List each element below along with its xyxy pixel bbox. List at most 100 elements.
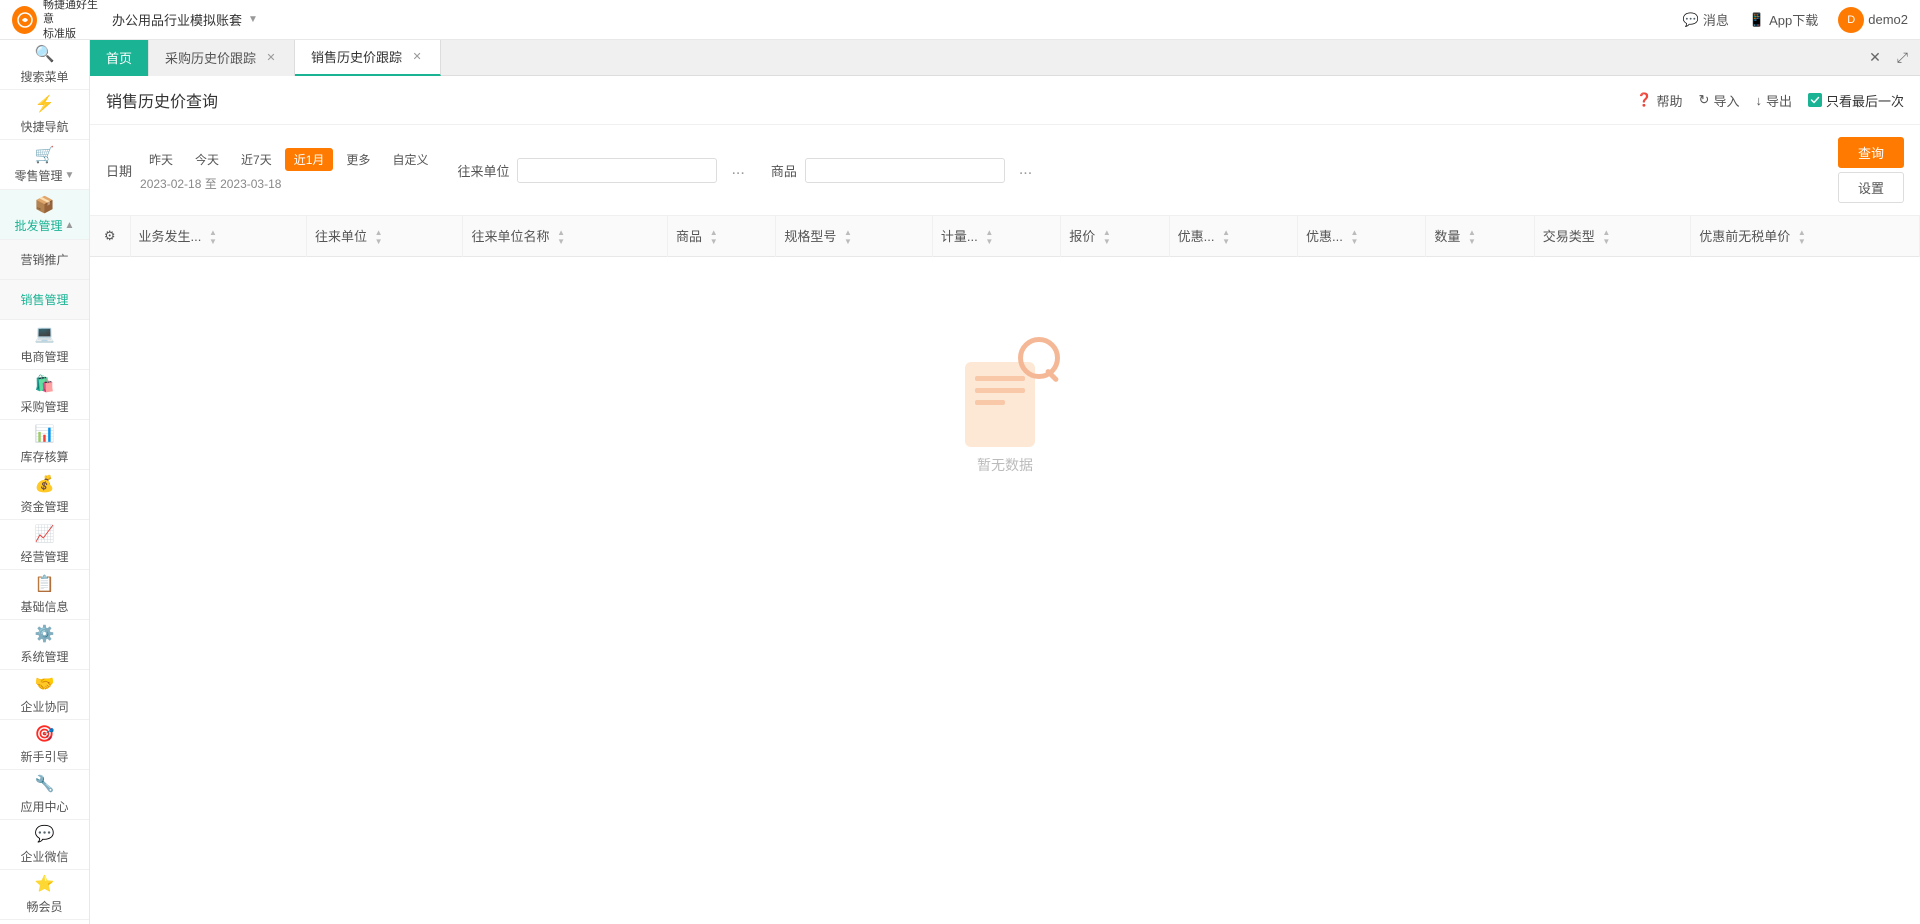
import-btn[interactable]: ↻ 导入 [1699, 91, 1740, 110]
sidebar-item-system[interactable]: ⚙️ 系统管理 [0, 620, 89, 670]
sidebar-item-new-guide[interactable]: 🎯 新手引导 [0, 720, 89, 770]
top-header: 畅捷通好生意 标准版 办公用品行业模拟账套 ▼ 💬 消息 📱 App下载 D d… [0, 0, 1920, 40]
sidebar-item-enterprise-collab[interactable]: 🤝 企业协同 [0, 670, 89, 720]
settings-button[interactable]: 设置 [1838, 172, 1904, 203]
sidebar-item-retail-mgmt[interactable]: 🛒 零售管理 ▼ [0, 140, 89, 190]
page-container: 销售历史价查询 ❓ 帮助 ↻ 导入 ↓ 导出 [90, 76, 1920, 555]
sidebar-item-wholesale-mgmt[interactable]: 📦 批发管理 ▲ [0, 190, 89, 240]
close-all-tabs-btn[interactable]: ✕ [1865, 45, 1885, 70]
empty-state: 暂无数据 [90, 257, 1920, 555]
retail-icon: 🛒 [35, 145, 55, 165]
chevron-up-icon: ▲ [65, 220, 75, 231]
user-btn[interactable]: D demo2 [1838, 7, 1908, 33]
help-btn[interactable]: ❓ 帮助 [1636, 91, 1682, 110]
message-icon: 💬 [1683, 12, 1699, 28]
th-discount2[interactable]: 优惠... ▲▼ [1298, 216, 1426, 257]
partner-filter-group: 往来单位 ... [457, 158, 750, 183]
tab-close-purchase[interactable]: ✕ [264, 51, 278, 65]
empty-text: 暂无数据 [977, 455, 1033, 475]
doc-line1 [975, 376, 1025, 381]
th-partner-name[interactable]: 往来单位名称 ▲▼ [463, 216, 668, 257]
date-label: 日期 [106, 161, 132, 180]
tab-bar-right: ✕ ⤢ [1865, 45, 1920, 70]
quick-nav-icon: ⚡ [35, 94, 55, 114]
tab-sales-history[interactable]: 销售历史价跟踪 ✕ [295, 40, 441, 76]
sort-icon: ▲▼ [710, 229, 718, 246]
maximize-btn[interactable]: ⤢ [1893, 45, 1912, 70]
empty-doc [965, 362, 1035, 447]
gear-icon: ⚙ [104, 228, 116, 243]
th-gear[interactable]: ⚙ [90, 216, 130, 257]
partner-picker-btn[interactable]: ... [725, 159, 750, 181]
sidebar-item-sales-mgmt[interactable]: 销售管理 [0, 280, 89, 320]
date-today-btn[interactable]: 今天 [186, 148, 228, 171]
date-last1m-btn[interactable]: 近1月 [285, 148, 334, 171]
date-filter-group: 日期 昨天 今天 近7天 近1月 更多 自定义 2023-02-18 至 202… [106, 148, 437, 192]
logo-icon [12, 6, 37, 34]
sort-icon: ▲▼ [1602, 229, 1610, 246]
table-container: ⚙ 业务发生... ▲▼ 往来单位 ▲▼ 往来单位名称 ▲▼ [90, 216, 1920, 555]
chevron-down-icon: ▼ [65, 170, 75, 181]
only-last-checkbox-label[interactable]: 只看最后一次 [1808, 91, 1904, 110]
sidebar-item-purchase[interactable]: 🛍️ 采购管理 [0, 370, 89, 420]
tab-home[interactable]: 首页 [90, 40, 149, 76]
product-input[interactable] [805, 158, 1005, 183]
app-selector[interactable]: 办公用品行业模拟账套 ▼ [112, 10, 258, 29]
product-label: 商品 [771, 161, 797, 180]
tab-close-sales[interactable]: ✕ [410, 50, 424, 64]
export-icon: ↓ [1755, 93, 1762, 108]
th-trade-type[interactable]: 交易类型 ▲▼ [1534, 216, 1690, 257]
sidebar-item-basic-info[interactable]: 📋 基础信息 [0, 570, 89, 620]
sidebar-item-enterprise-wechat[interactable]: 💬 企业微信 [0, 820, 89, 870]
sidebar-item-inventory[interactable]: 📊 库存核算 [0, 420, 89, 470]
search-icon: 🔍 [35, 44, 55, 64]
logo-text: 畅捷通好生意 标准版 [43, 0, 102, 41]
th-unit[interactable]: 计量... ▲▼ [932, 216, 1060, 257]
app-download-btn[interactable]: 📱 App下载 [1749, 10, 1818, 29]
guide-icon: 🎯 [35, 724, 55, 744]
chevron-down-icon: ▼ [248, 14, 258, 25]
message-btn[interactable]: 💬 消息 [1683, 10, 1729, 29]
product-picker-btn[interactable]: ... [1013, 159, 1038, 181]
sidebar-item-marketing[interactable]: 营销推广 [0, 240, 89, 280]
th-spec[interactable]: 规格型号 ▲▼ [776, 216, 932, 257]
query-button[interactable]: 查询 [1838, 137, 1904, 168]
only-last-checkbox[interactable] [1808, 93, 1822, 107]
business-icon: 📈 [35, 524, 55, 544]
th-partner-code[interactable]: 往来单位 ▲▼ [307, 216, 463, 257]
sort-icon: ▲▼ [844, 229, 852, 246]
wholesale-icon: 📦 [35, 195, 55, 215]
date-yesterday-btn[interactable]: 昨天 [140, 148, 182, 171]
sidebar-item-finance[interactable]: 💰 资金管理 [0, 470, 89, 520]
download-icon: 📱 [1749, 12, 1765, 28]
tab-purchase-history[interactable]: 采购历史价跟踪 ✕ [149, 40, 295, 76]
date-last7-btn[interactable]: 近7天 [232, 148, 281, 171]
export-btn[interactable]: ↓ 导出 [1755, 91, 1792, 110]
import-icon: ↻ [1699, 92, 1710, 108]
sidebar-item-quick-nav[interactable]: ⚡ 快捷导航 [0, 90, 89, 140]
th-product[interactable]: 商品 ▲▼ [668, 216, 776, 257]
sort-icon: ▲▼ [557, 229, 565, 246]
sidebar: 🔍 搜索菜单 ⚡ 快捷导航 🛒 零售管理 ▼ 📦 批发管理 ▲ 营销推广 销售管… [0, 40, 90, 924]
doc-line3 [975, 400, 1005, 405]
sidebar-item-search-menu[interactable]: 🔍 搜索菜单 [0, 40, 89, 90]
sidebar-item-membership[interactable]: ⭐ 畅会员 [0, 870, 89, 920]
th-quoted-price[interactable]: 报价 ▲▼ [1061, 216, 1169, 257]
date-more-btn[interactable]: 更多 [337, 148, 379, 171]
th-business-date[interactable]: 业务发生... ▲▼ [130, 216, 307, 257]
sidebar-item-ecommerce[interactable]: 💻 电商管理 [0, 320, 89, 370]
main-content: 销售历史价查询 ❓ 帮助 ↻ 导入 ↓ 导出 [90, 76, 1920, 924]
purchase-icon: 🛍️ [35, 374, 55, 394]
partner-input[interactable] [517, 158, 717, 183]
filter-area: 日期 昨天 今天 近7天 近1月 更多 自定义 2023-02-18 至 202… [90, 125, 1920, 216]
wechat-icon: 💬 [35, 824, 55, 844]
date-custom-btn[interactable]: 自定义 [383, 148, 437, 171]
sidebar-item-app-center[interactable]: 🔧 应用中心 [0, 770, 89, 820]
th-pretax-price[interactable]: 优惠前无税单价 ▲▼ [1691, 216, 1920, 257]
membership-icon: ⭐ [35, 874, 55, 894]
th-quantity[interactable]: 数量 ▲▼ [1426, 216, 1534, 257]
sort-icon: ▲▼ [375, 229, 383, 246]
date-options: 昨天 今天 近7天 近1月 更多 自定义 [140, 148, 437, 171]
th-discount1[interactable]: 优惠... ▲▼ [1169, 216, 1297, 257]
sidebar-item-business[interactable]: 📈 经营管理 [0, 520, 89, 570]
